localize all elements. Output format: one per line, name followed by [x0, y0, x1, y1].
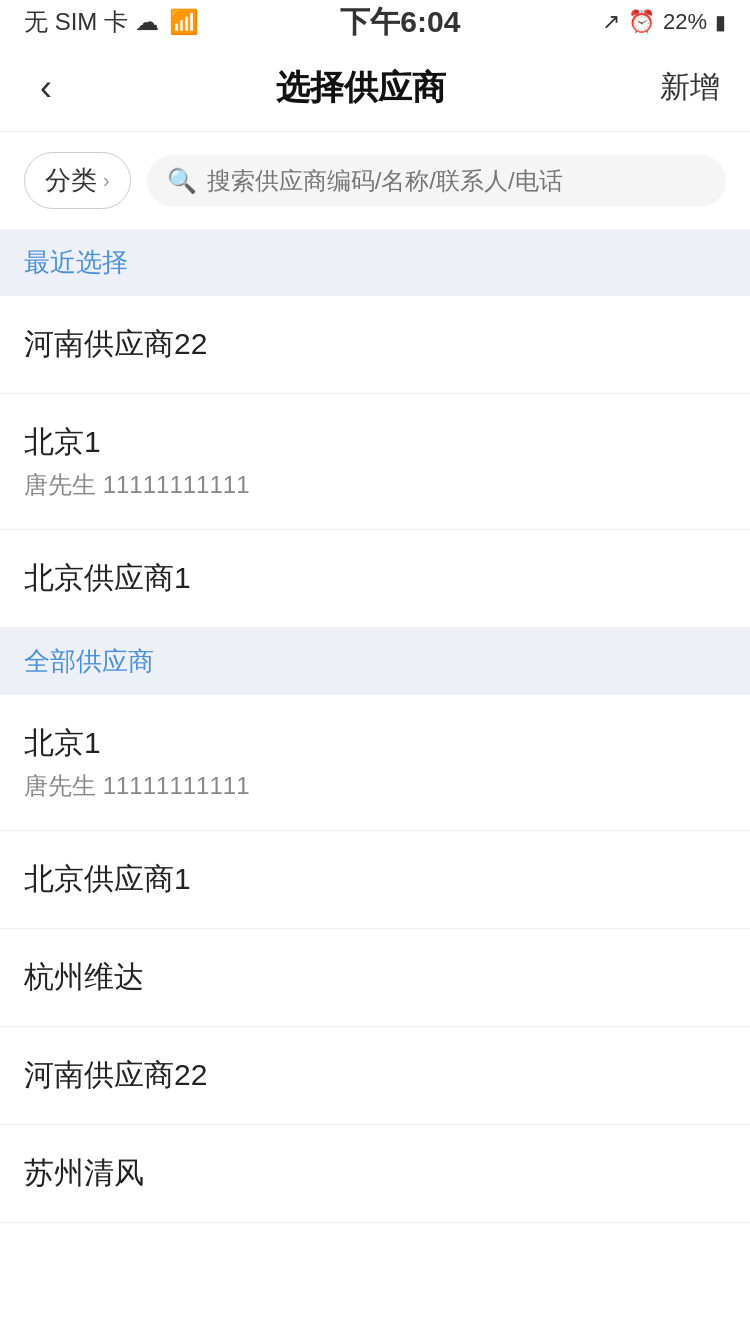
back-button[interactable]: ‹ [30, 57, 62, 119]
chevron-right-icon: › [103, 169, 110, 192]
item-contact: 唐先生 11111111111 [24, 770, 726, 802]
nav-bar: ‹ 选择供应商 新增 [0, 44, 750, 132]
list-item[interactable]: 杭州维达 [0, 929, 750, 1027]
category-label: 分类 [45, 163, 97, 198]
battery-icon: ▮ [715, 10, 726, 34]
list-item[interactable]: 北京供应商1 [0, 831, 750, 929]
status-left: 无 SIM 卡 ☁ 📶 [24, 6, 199, 38]
location-icon: ↗ [602, 9, 620, 35]
item-contact: 唐先生 11111111111 [24, 469, 726, 501]
list-item[interactable]: 河南供应商22 [0, 1027, 750, 1125]
all-section-label: 全部供应商 [24, 646, 154, 676]
all-section-header: 全部供应商 [0, 628, 750, 695]
all-list: 北京1 唐先生 11111111111 北京供应商1 杭州维达 河南供应商22 … [0, 695, 750, 1223]
item-name: 河南供应商22 [24, 324, 726, 365]
status-bar: 无 SIM 卡 ☁ 📶 下午6:04 ↗ ⏰ 22% ▮ [0, 0, 750, 44]
item-name: 杭州维达 [24, 957, 726, 998]
search-input[interactable] [207, 167, 706, 195]
item-name: 苏州清风 [24, 1153, 726, 1194]
recent-section-header: 最近选择 [0, 229, 750, 296]
status-time: 下午6:04 [340, 2, 460, 43]
list-item[interactable]: 北京1 唐先生 11111111111 [0, 695, 750, 831]
list-item[interactable]: 苏州清风 [0, 1125, 750, 1223]
recent-list: 河南供应商22 北京1 唐先生 11111111111 北京供应商1 [0, 296, 750, 628]
list-item[interactable]: 北京供应商1 [0, 530, 750, 628]
battery-text: 22% [663, 9, 707, 35]
category-filter[interactable]: 分类 › [24, 152, 131, 209]
signal-text: 无 SIM 卡 ☁ [24, 6, 159, 38]
add-button[interactable]: 新增 [660, 67, 720, 108]
status-right: ↗ ⏰ 22% ▮ [602, 9, 726, 35]
search-box: 🔍 [147, 155, 726, 207]
item-name: 北京供应商1 [24, 558, 726, 599]
item-name: 河南供应商22 [24, 1055, 726, 1096]
list-item[interactable]: 河南供应商22 [0, 296, 750, 394]
alarm-icon: ⏰ [628, 9, 655, 35]
item-name: 北京1 [24, 723, 726, 764]
list-item[interactable]: 北京1 唐先生 11111111111 [0, 394, 750, 530]
wifi-icon: 📶 [169, 8, 199, 36]
item-name: 北京供应商1 [24, 859, 726, 900]
search-icon: 🔍 [167, 167, 197, 195]
nav-title: 选择供应商 [276, 65, 446, 111]
recent-section-label: 最近选择 [24, 247, 128, 277]
filter-bar: 分类 › 🔍 [0, 132, 750, 229]
item-name: 北京1 [24, 422, 726, 463]
